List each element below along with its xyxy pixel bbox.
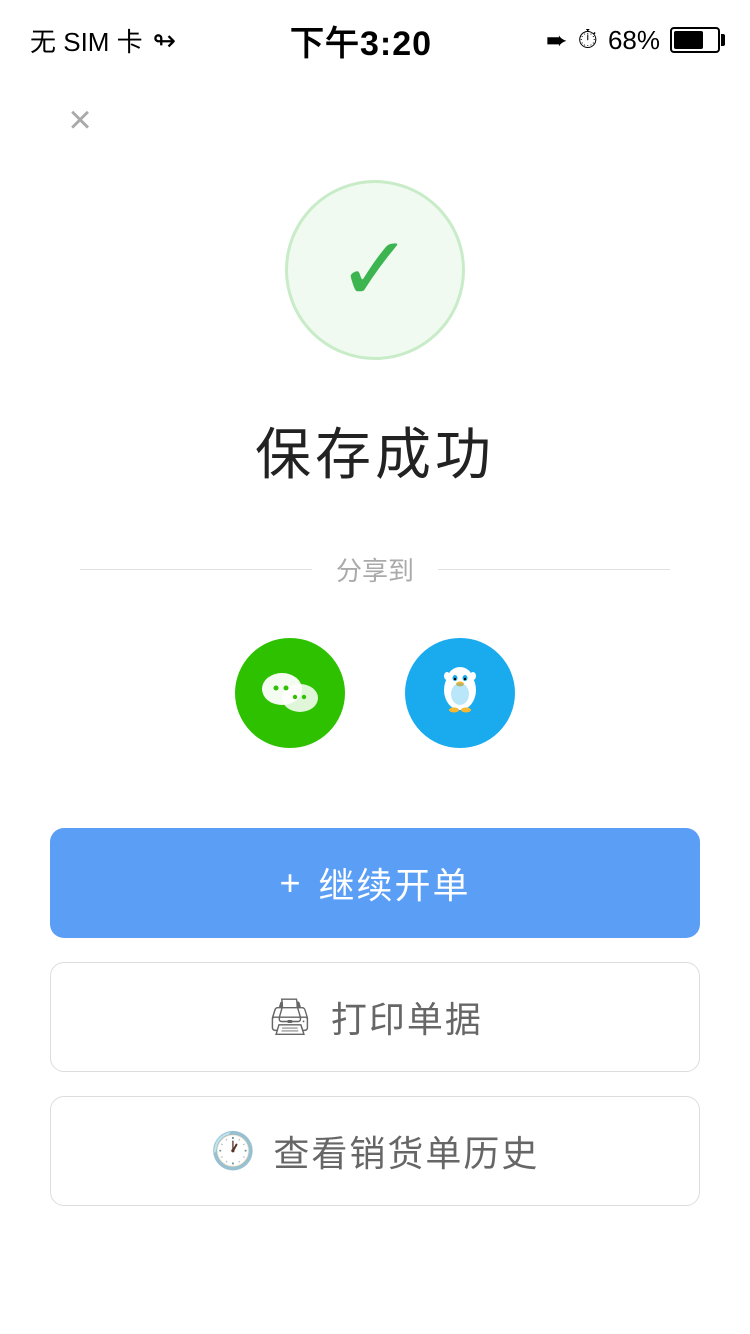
plus-icon: + bbox=[279, 862, 302, 904]
time-display: 下午3:20 bbox=[290, 16, 432, 65]
divider-line-left bbox=[80, 569, 312, 570]
clock-icon: 🕐 bbox=[211, 1130, 258, 1172]
share-divider: 分享到 bbox=[0, 551, 750, 588]
history-label: 查看销货单历史 bbox=[273, 1125, 539, 1177]
status-left: 无 SIM 卡 ↬ bbox=[30, 22, 176, 59]
qq-share-button[interactable] bbox=[405, 638, 515, 748]
wechat-share-button[interactable] bbox=[235, 638, 345, 748]
continue-button[interactable]: + 继续开单 bbox=[50, 828, 700, 938]
action-buttons: + 继续开单 🖨 打印单据 🕐 查看销货单历史 bbox=[0, 828, 750, 1206]
no-sim-label: 无 SIM 卡 bbox=[30, 22, 143, 59]
close-button[interactable]: × bbox=[50, 90, 110, 150]
alarm-icon: ⏱ bbox=[578, 24, 598, 56]
share-icons bbox=[235, 638, 515, 748]
continue-label: 继续开单 bbox=[319, 857, 471, 909]
printer-icon: 🖨 bbox=[267, 996, 315, 1038]
status-right: ➨ ⏱ 68% bbox=[546, 24, 720, 56]
divider-line-right bbox=[438, 569, 670, 570]
status-bar: 无 SIM 卡 ↬ 下午3:20 ➨ ⏱ 68% bbox=[0, 0, 750, 80]
history-button[interactable]: 🕐 查看销货单历史 bbox=[50, 1096, 700, 1206]
location-icon: ➨ bbox=[546, 25, 568, 56]
success-title: 保存成功 bbox=[255, 410, 495, 491]
print-button[interactable]: 🖨 打印单据 bbox=[50, 962, 700, 1072]
main-content: ✓ 保存成功 分享到 bbox=[0, 80, 750, 1206]
success-circle: ✓ bbox=[285, 180, 465, 360]
checkmark-icon: ✓ bbox=[337, 225, 412, 315]
battery-icon bbox=[670, 27, 720, 53]
wechat-icon bbox=[258, 661, 323, 726]
close-icon[interactable]: × bbox=[68, 100, 91, 140]
print-label: 打印单据 bbox=[331, 991, 483, 1043]
battery-percent: 68% bbox=[608, 25, 660, 56]
qq-icon bbox=[431, 664, 489, 722]
wifi-icon: ↬ bbox=[153, 24, 176, 57]
share-label: 分享到 bbox=[312, 551, 438, 588]
